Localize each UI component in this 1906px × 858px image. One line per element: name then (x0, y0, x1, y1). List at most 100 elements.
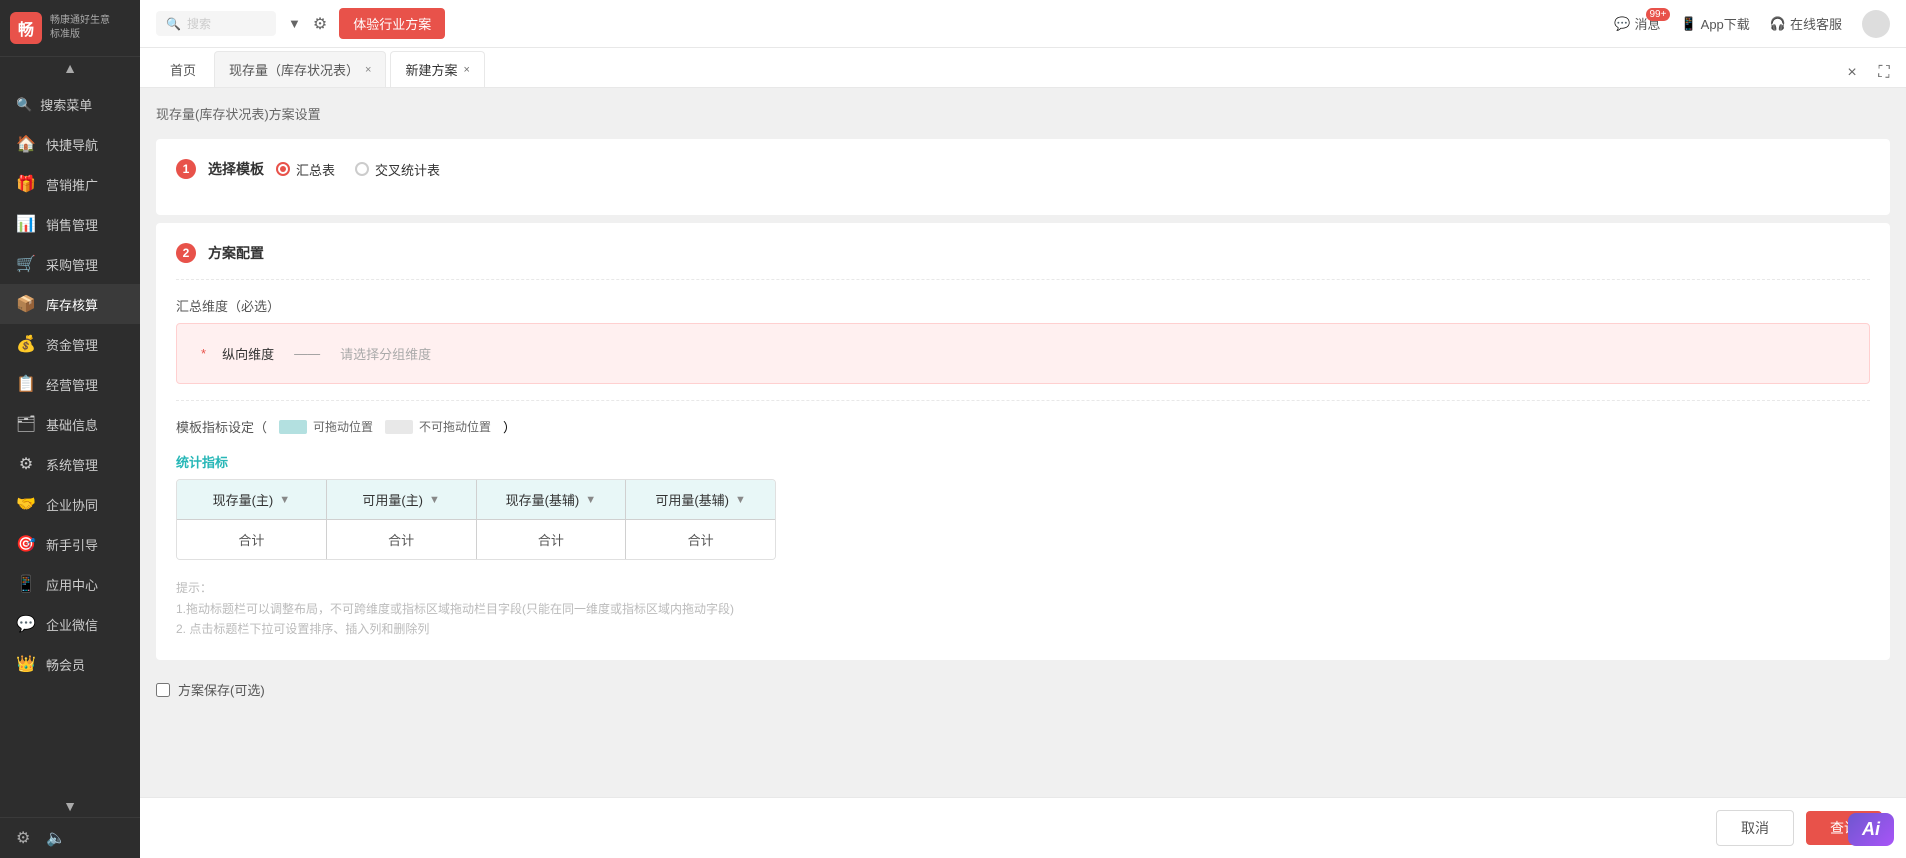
tab-inventory[interactable]: 现存量（库存状况表） × (214, 51, 386, 87)
drag-box (279, 420, 307, 434)
tab-new[interactable]: 新建方案 × (390, 51, 484, 87)
indicator-label: 模板指标设定（ (176, 417, 267, 436)
message-icon: 💬 (1614, 16, 1630, 32)
online-service-button[interactable]: 🎧 在线客服 (1770, 14, 1842, 33)
tips-section: 提示： 1.拖动标题栏可以调整布局，不可跨维度或指标区域拖动栏目字段(只能在同一… (176, 579, 1870, 637)
tip-title: 提示： (176, 579, 1870, 596)
dimension-placeholder: 请选择分组维度 (340, 344, 431, 363)
stats-col-body-3: 合计 (626, 520, 775, 559)
sidebar-item-quick-nav[interactable]: 🏠 快捷导航 (0, 124, 140, 164)
dropdown-chevron-icon: ▼ (288, 16, 301, 31)
step2-badge: 2 (176, 243, 196, 263)
dimension-box[interactable]: * 纵向维度 —— 请选择分组维度 (176, 323, 1870, 384)
stats-col-2: 现存量(基辅) ▼ 合计 (477, 480, 627, 559)
sidebar-item-management[interactable]: 📋 经营管理 (0, 364, 140, 404)
sidebar-item-wechat[interactable]: 💬 企业微信 (0, 604, 140, 644)
sidebar-search[interactable]: 🔍 搜索菜单 (0, 85, 140, 124)
search-icon: 🔍 (16, 97, 32, 113)
stats-col-header-0[interactable]: 现存量(主) ▼ (177, 480, 326, 520)
stats-table-header: 现存量(主) ▼ 合计 可用量(主) ▼ 合计 (177, 480, 775, 559)
crown-icon: 👑 (16, 654, 36, 674)
step1-row: 1 选择模板 汇总表 交叉统计表 (176, 159, 1870, 179)
tab-home-label: 首页 (170, 60, 196, 79)
save-label: 方案保存(可选) (178, 680, 265, 699)
sidebar-item-stock[interactable]: 📦 库存核算 (0, 284, 140, 324)
sidebar-scroll-up[interactable]: ▲ (0, 57, 140, 79)
target-icon: 🎯 (16, 534, 36, 554)
page-title: 现存量(库存状况表)方案设置 (156, 104, 1890, 123)
nodrag-box (385, 420, 413, 434)
sidebar: 畅 畅康通好生意 标准版 ▲ 🔍 搜索菜单 🏠 快捷导航 🎁 营销推广 📊 销售… (0, 0, 140, 858)
user-avatar[interactable] (1862, 10, 1890, 38)
home-icon: 🏠 (16, 134, 36, 154)
step1-badge: 1 (176, 159, 196, 179)
ai-badge[interactable]: Ai (1848, 813, 1894, 846)
step2-panel: 2 方案配置 汇总维度（必选） * 纵向维度 —— 请选择分组维度 模板指标设定… (156, 223, 1890, 660)
message-button[interactable]: 💬 消息 99+ (1614, 14, 1660, 33)
search-icon: 🔍 (166, 17, 181, 31)
topbar-search[interactable]: 🔍 搜索 (156, 11, 276, 36)
clipboard-icon: 📋 (16, 374, 36, 394)
dimension-label: 纵向维度 (222, 344, 274, 363)
topbar: 🔍 搜索 ▼ ⚙ 体验行业方案 💬 消息 99+ 📱 App下载 🎧 在线客服 (140, 0, 1906, 48)
settings-icon[interactable]: ⚙ (16, 828, 30, 848)
cancel-button[interactable]: 取消 (1716, 810, 1794, 846)
required-mark: * (201, 346, 206, 361)
sidebar-item-sales[interactable]: 📊 销售管理 (0, 204, 140, 244)
indicator-nodrag: 不可拖动位置 (385, 418, 491, 435)
sidebar-logo: 畅 畅康通好生意 标准版 (0, 0, 140, 57)
box-icon: 📦 (16, 294, 36, 314)
indicator-row: 模板指标设定（ 可拖动位置 不可拖动位置 ） (176, 417, 1870, 436)
sidebar-item-member[interactable]: 👑 畅会员 (0, 644, 140, 684)
chevron-icon-2: ▼ (585, 494, 596, 506)
tab-new-close[interactable]: × (463, 64, 469, 76)
message-badge: 99+ (1646, 8, 1671, 21)
sidebar-item-app-center[interactable]: 📱 应用中心 (0, 564, 140, 604)
tabs-controls: × ⛶ (1838, 59, 1906, 87)
sidebar-nav: 🔍 搜索菜单 🏠 快捷导航 🎁 营销推广 📊 销售管理 🛒 采购管理 📦 库存核… (0, 79, 140, 795)
tab-new-label: 新建方案 (405, 60, 457, 79)
sidebar-item-newbie[interactable]: 🎯 新手引导 (0, 524, 140, 564)
divider2 (176, 400, 1870, 401)
stats-col-header-1[interactable]: 可用量(主) ▼ (327, 480, 476, 520)
radio-summary[interactable]: 汇总表 (276, 160, 335, 179)
chart-icon: 📊 (16, 214, 36, 234)
stats-table: 现存量(主) ▼ 合计 可用量(主) ▼ 合计 (176, 479, 776, 560)
sidebar-item-purchase[interactable]: 🛒 采购管理 (0, 244, 140, 284)
sidebar-item-marketing[interactable]: 🎁 营销推广 (0, 164, 140, 204)
money-icon: 💰 (16, 334, 36, 354)
expand-button[interactable]: ⛶ (1870, 59, 1898, 87)
stats-col-header-2[interactable]: 现存量(基辅) ▼ (477, 480, 626, 520)
sidebar-item-enterprise[interactable]: 🤝 企业协同 (0, 484, 140, 524)
phone-icon: 📱 (1680, 16, 1696, 32)
radio-cross[interactable]: 交叉统计表 (355, 160, 440, 179)
stats-col-body-1: 合计 (327, 520, 476, 559)
tip-item-0: 1.拖动标题栏可以调整布局，不可跨维度或指标区域拖动栏目字段(只能在同一维度或指… (176, 600, 1870, 617)
topbar-dropdown[interactable]: ▼ (288, 16, 301, 31)
tabs-bar: 首页 现存量（库存状况表） × 新建方案 × × ⛶ (140, 48, 1906, 88)
audio-icon[interactable]: 🔈 (46, 828, 66, 848)
stats-col-1: 可用量(主) ▼ 合计 (327, 480, 477, 559)
gift-icon: 🎁 (16, 174, 36, 194)
stats-col-header-3[interactable]: 可用量(基辅) ▼ (626, 480, 775, 520)
dimension-dash: —— (294, 346, 320, 361)
sidebar-item-system[interactable]: ⚙ 系统管理 (0, 444, 140, 484)
topbar-gear-icon[interactable]: ⚙ (313, 14, 327, 34)
indicator-drag: 可拖动位置 (279, 418, 373, 435)
save-checkbox[interactable] (156, 683, 170, 697)
save-row: 方案保存(可选) (156, 668, 1890, 699)
sidebar-item-base-info[interactable]: 🗂 基础信息 (0, 404, 140, 444)
tab-inventory-close[interactable]: × (365, 64, 371, 76)
main-area: 🔍 搜索 ▼ ⚙ 体验行业方案 💬 消息 99+ 📱 App下载 🎧 在线客服 (140, 0, 1906, 858)
trial-button[interactable]: 体验行业方案 (339, 8, 445, 39)
folder-icon: 🗂 (16, 414, 36, 434)
sidebar-scroll-down[interactable]: ▼ (0, 795, 140, 817)
stats-col-3: 可用量(基辅) ▼ 合计 (626, 480, 775, 559)
tab-home[interactable]: 首页 (156, 52, 210, 87)
app-download-button[interactable]: 📱 App下载 (1680, 14, 1749, 33)
sidebar-item-finance[interactable]: 💰 资金管理 (0, 324, 140, 364)
close-window-button[interactable]: × (1838, 59, 1866, 87)
sidebar-footer: ⚙ 🔈 (0, 817, 140, 858)
app-logo-icon: 畅 (10, 12, 42, 44)
content-area: 现存量(库存状况表)方案设置 1 选择模板 汇总表 交叉统计表 (140, 88, 1906, 858)
